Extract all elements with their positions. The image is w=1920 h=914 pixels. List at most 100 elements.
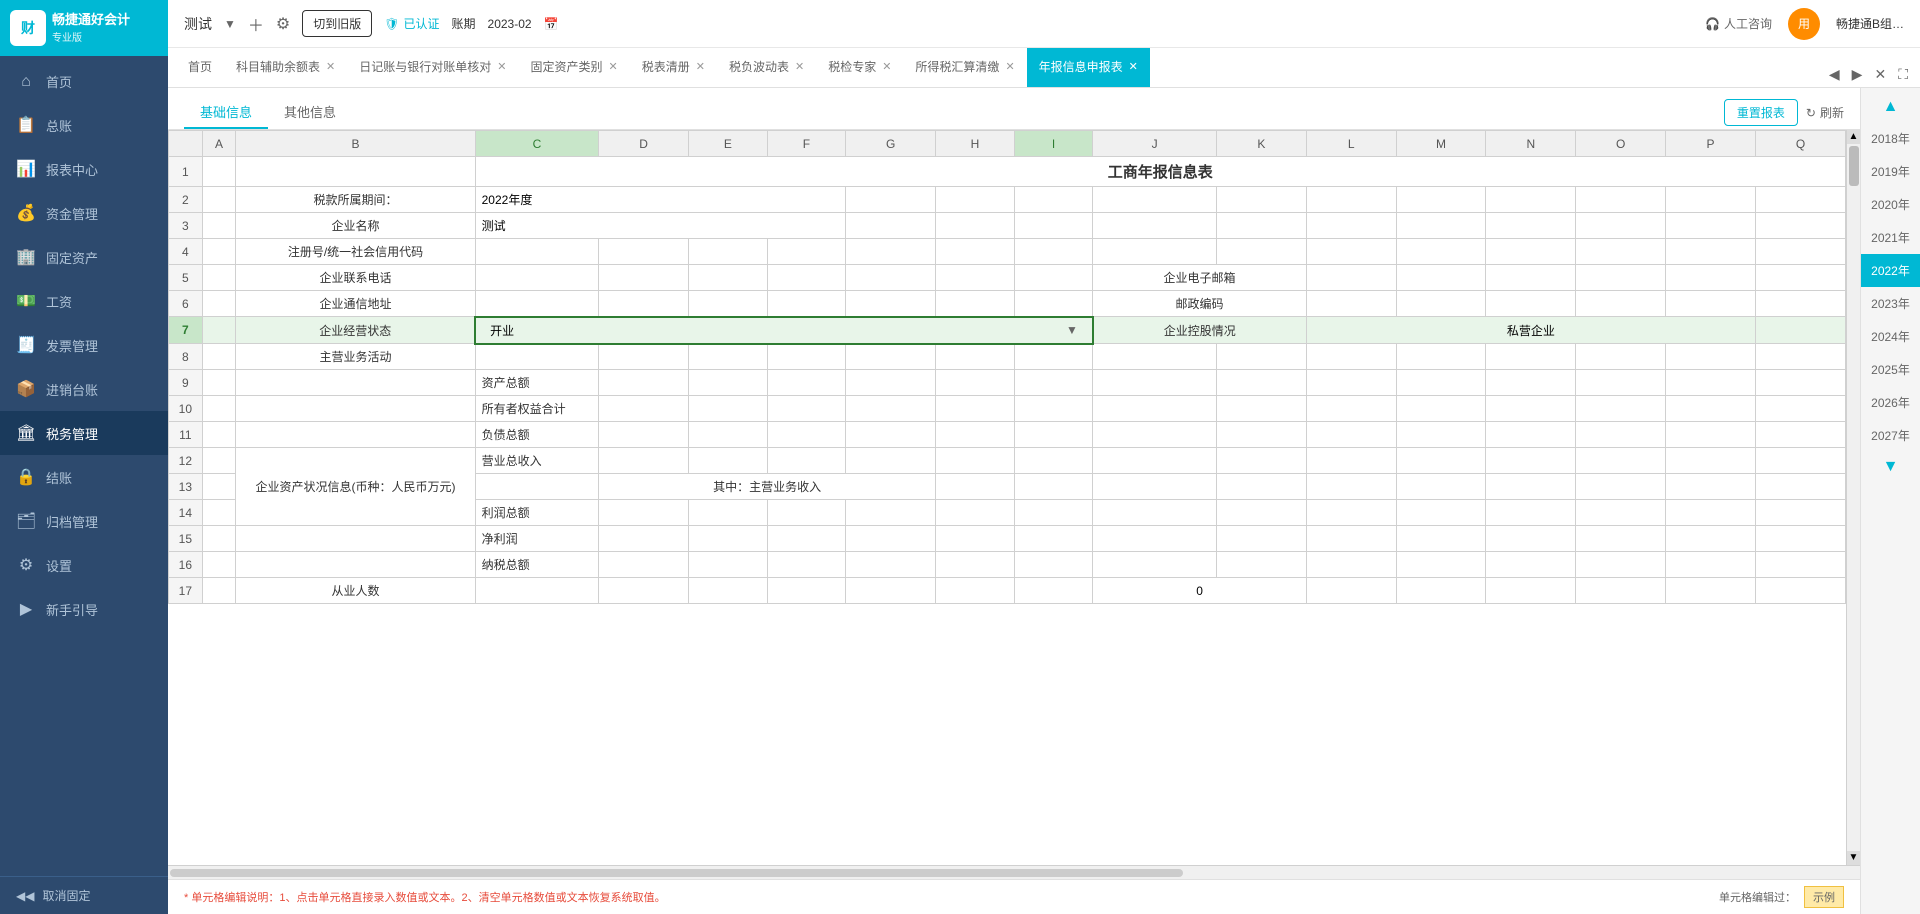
cell-j3[interactable] bbox=[1093, 213, 1217, 239]
sidebar-item-funds[interactable]: 💰 资金管理 bbox=[0, 191, 168, 235]
cell-m11[interactable] bbox=[1396, 422, 1486, 448]
year-item-2025[interactable]: 2025年 bbox=[1861, 353, 1920, 386]
tab-journal[interactable]: 日记账与银行对账单核对 ✕ bbox=[347, 48, 518, 87]
year-item-2027[interactable]: 2027年 bbox=[1861, 419, 1920, 452]
cell-d4[interactable] bbox=[599, 239, 689, 265]
cell-i16[interactable] bbox=[1014, 552, 1093, 578]
sidebar-item-ledger[interactable]: 📋 总账 bbox=[0, 103, 168, 147]
cell-n6[interactable] bbox=[1486, 291, 1576, 317]
cell-q10[interactable] bbox=[1755, 396, 1845, 422]
tab-home[interactable]: 首页 bbox=[176, 48, 224, 87]
cell-g10[interactable] bbox=[846, 396, 936, 422]
cell-p3[interactable] bbox=[1666, 213, 1756, 239]
tab-tax-expert[interactable]: 税检专家 ✕ bbox=[816, 48, 903, 87]
cell-p5[interactable] bbox=[1666, 265, 1756, 291]
cell-c17[interactable] bbox=[475, 578, 599, 604]
sidebar-item-guide[interactable]: ▶ 新手引导 bbox=[0, 587, 168, 631]
tab-journal-close[interactable]: ✕ bbox=[497, 60, 506, 73]
cell-c9[interactable]: 资产总额 bbox=[475, 370, 599, 396]
cell-i6[interactable] bbox=[1014, 291, 1093, 317]
cell-d17[interactable] bbox=[599, 578, 689, 604]
cell-j10[interactable] bbox=[1093, 396, 1217, 422]
cell-f8[interactable] bbox=[767, 344, 846, 370]
cell-i4[interactable] bbox=[1014, 239, 1093, 265]
cell-d8[interactable] bbox=[599, 344, 689, 370]
tab-tax-table[interactable]: 税表清册 ✕ bbox=[630, 48, 717, 87]
cell-c4[interactable] bbox=[475, 239, 599, 265]
cell-j2[interactable] bbox=[1093, 187, 1217, 213]
cell-g14[interactable] bbox=[846, 500, 936, 526]
cell-q2[interactable] bbox=[1755, 187, 1845, 213]
scroll-thumb[interactable] bbox=[1849, 146, 1859, 186]
cell-c14[interactable]: 利润总额 bbox=[475, 500, 599, 526]
cell-b10[interactable] bbox=[236, 396, 475, 422]
cell-g11[interactable] bbox=[846, 422, 936, 448]
cell-i10[interactable] bbox=[1014, 396, 1093, 422]
cell-f4[interactable] bbox=[767, 239, 846, 265]
cell-n11[interactable] bbox=[1486, 422, 1576, 448]
cell-j13[interactable] bbox=[1093, 474, 1217, 500]
cell-o15[interactable] bbox=[1576, 526, 1666, 552]
cell-o9[interactable] bbox=[1576, 370, 1666, 396]
cell-p13[interactable] bbox=[1666, 474, 1756, 500]
cell-a11[interactable] bbox=[202, 422, 236, 448]
cell-o12[interactable] bbox=[1576, 448, 1666, 474]
cell-g17[interactable] bbox=[846, 578, 936, 604]
cell-n9[interactable] bbox=[1486, 370, 1576, 396]
cell-k15[interactable] bbox=[1216, 526, 1306, 552]
cell-p14[interactable] bbox=[1666, 500, 1756, 526]
cell-c16[interactable]: 纳税总额 bbox=[475, 552, 599, 578]
cell-c12[interactable]: 营业总收入 bbox=[475, 448, 599, 474]
settings-cog-btn[interactable]: ⚙ bbox=[276, 14, 290, 34]
col-header-o[interactable]: O bbox=[1576, 131, 1666, 157]
cell-j16[interactable] bbox=[1093, 552, 1217, 578]
cell-b8[interactable]: 主营业务活动 bbox=[236, 344, 475, 370]
cell-a4[interactable] bbox=[202, 239, 236, 265]
cell-o5[interactable] bbox=[1576, 265, 1666, 291]
cell-i12[interactable] bbox=[1014, 448, 1093, 474]
switch-version-button[interactable]: 切到旧版 bbox=[302, 10, 372, 37]
cell-n15[interactable] bbox=[1486, 526, 1576, 552]
cell-g8[interactable] bbox=[846, 344, 936, 370]
cell-c15[interactable]: 净利润 bbox=[475, 526, 599, 552]
cell-o17[interactable] bbox=[1576, 578, 1666, 604]
cell-d16[interactable] bbox=[599, 552, 689, 578]
cell-e8[interactable] bbox=[689, 344, 768, 370]
user-name[interactable]: 畅捷通B组… bbox=[1836, 15, 1904, 32]
col-header-p[interactable]: P bbox=[1666, 131, 1756, 157]
cell-m12[interactable] bbox=[1396, 448, 1486, 474]
cell-q14[interactable] bbox=[1755, 500, 1845, 526]
cell-l12[interactable] bbox=[1306, 448, 1396, 474]
cell-m3[interactable] bbox=[1396, 213, 1486, 239]
cell-a7[interactable] bbox=[202, 317, 236, 344]
cell-b6[interactable]: 企业通信地址 bbox=[236, 291, 475, 317]
cell-e6[interactable] bbox=[689, 291, 768, 317]
cell-o11[interactable] bbox=[1576, 422, 1666, 448]
cell-b5[interactable]: 企业联系电话 bbox=[236, 265, 475, 291]
tab-next-btn[interactable]: ▶ bbox=[1848, 62, 1867, 87]
tab-tax-wave[interactable]: 税负波动表 ✕ bbox=[717, 48, 816, 87]
h-scroll-thumb[interactable] bbox=[170, 869, 1183, 877]
cell-c6[interactable] bbox=[475, 291, 599, 317]
cell-k12[interactable] bbox=[1216, 448, 1306, 474]
cell-title[interactable]: 工商年报信息表 bbox=[475, 157, 1845, 187]
cell-f11[interactable] bbox=[767, 422, 846, 448]
cell-b11[interactable] bbox=[236, 422, 475, 448]
cell-p11[interactable] bbox=[1666, 422, 1756, 448]
cell-g4[interactable] bbox=[846, 239, 936, 265]
sidebar-item-settings[interactable]: ⚙ 设置 bbox=[0, 543, 168, 587]
col-header-n[interactable]: N bbox=[1486, 131, 1576, 157]
sidebar-cancel-pin[interactable]: ◀◀ 取消固定 bbox=[0, 876, 168, 914]
cell-i5[interactable] bbox=[1014, 265, 1093, 291]
cell-m9[interactable] bbox=[1396, 370, 1486, 396]
cell-h2[interactable] bbox=[936, 187, 1015, 213]
reset-report-button[interactable]: 重置报表 bbox=[1724, 99, 1798, 126]
sidebar-item-reports[interactable]: 📊 报表中心 bbox=[0, 147, 168, 191]
cell-c13[interactable] bbox=[475, 474, 599, 500]
cell-m10[interactable] bbox=[1396, 396, 1486, 422]
cell-h13[interactable] bbox=[936, 474, 1015, 500]
cell-o10[interactable] bbox=[1576, 396, 1666, 422]
cell-q11[interactable] bbox=[1755, 422, 1845, 448]
tab-income-tax[interactable]: 所得税汇算清缴 ✕ bbox=[903, 48, 1026, 87]
cell-g5[interactable] bbox=[846, 265, 936, 291]
